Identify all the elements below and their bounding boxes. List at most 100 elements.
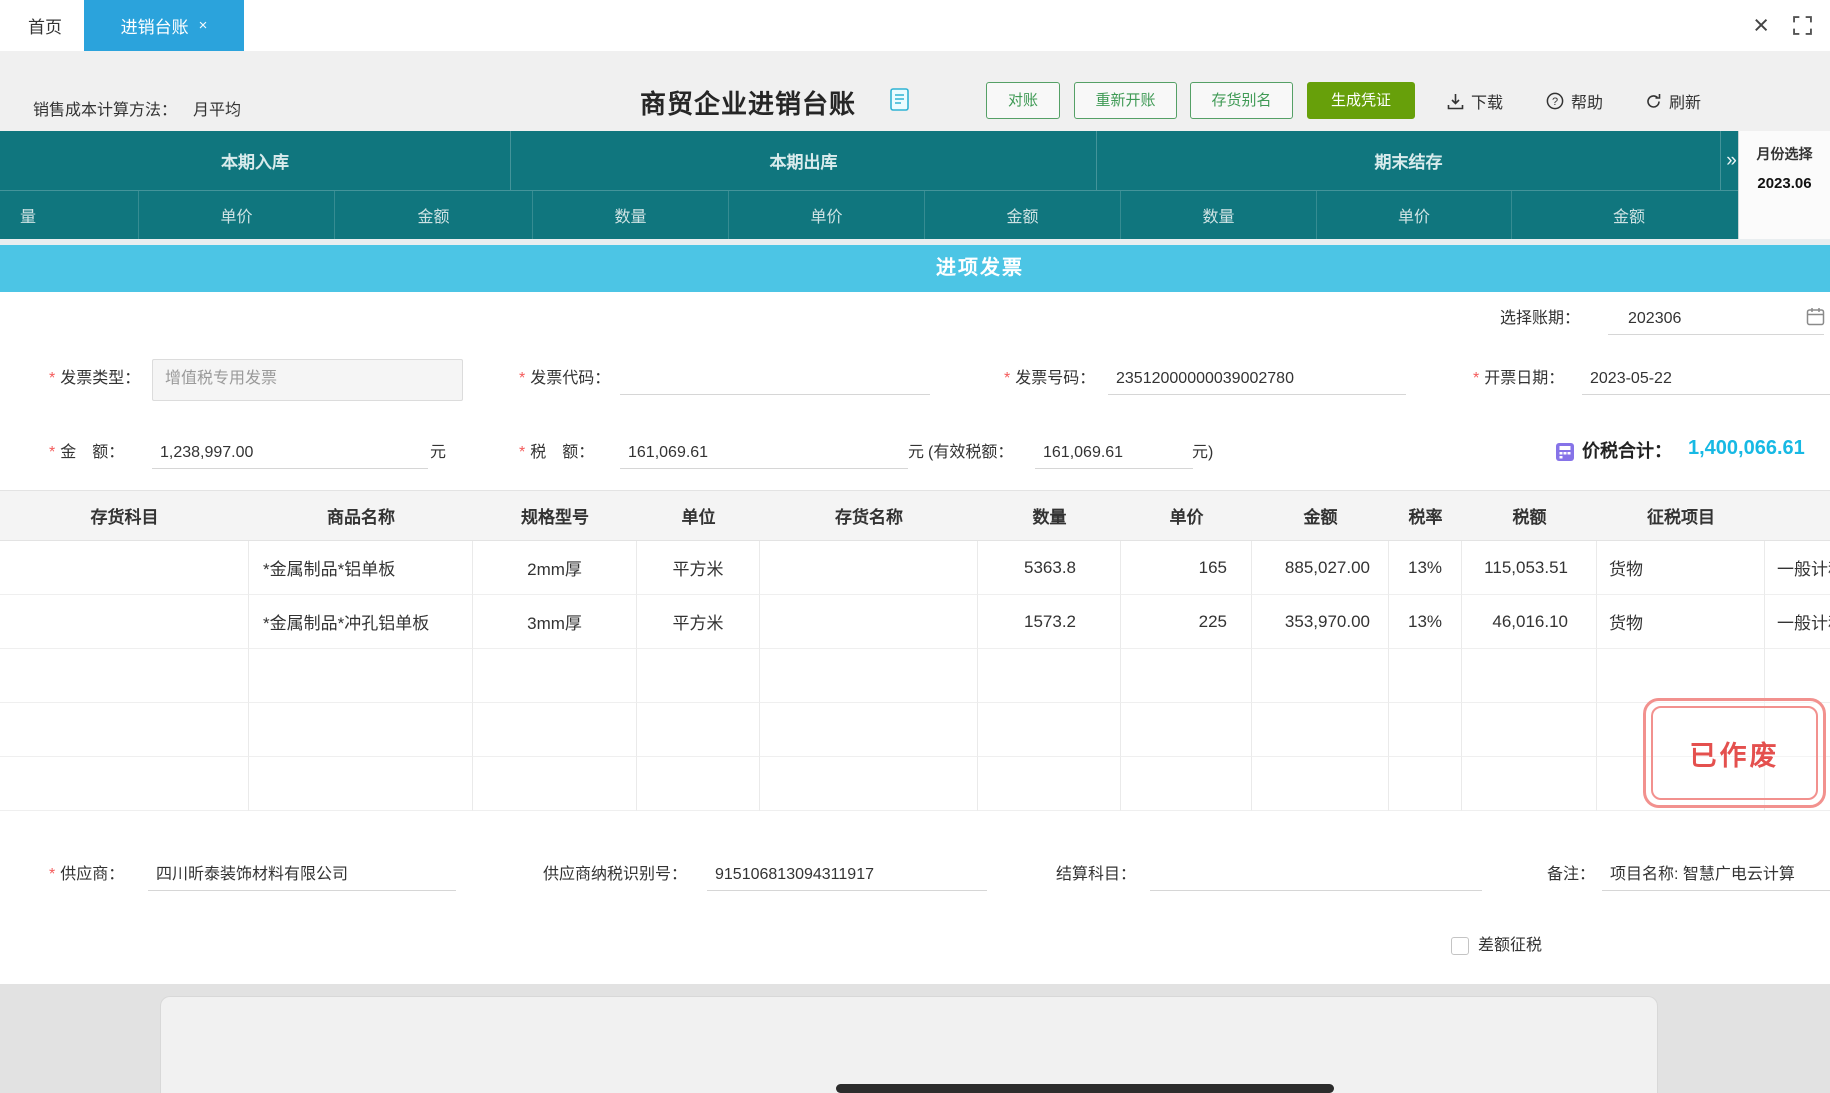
table-cell[interactable]: 一般计税 bbox=[1765, 595, 1830, 649]
supplier-input[interactable]: 四川昕泰装饰材料有限公司 bbox=[148, 860, 456, 891]
period-input[interactable]: 202306 bbox=[1608, 304, 1824, 335]
cost-method: 销售成本计算方法： 月平均 bbox=[33, 96, 241, 120]
diff-tax-checkbox[interactable] bbox=[1451, 937, 1469, 955]
calendar-icon[interactable] bbox=[1806, 307, 1825, 331]
refresh-button[interactable]: 刷新 bbox=[1645, 89, 1701, 113]
generate-voucher-button[interactable]: 生成凭证 bbox=[1307, 82, 1415, 119]
ledger-subheader-row: 量 单价 金额 数量 单价 金额 数量 单价 金额 bbox=[0, 191, 1830, 239]
table-cell[interactable] bbox=[0, 595, 249, 649]
svg-text:?: ? bbox=[1552, 96, 1558, 108]
invoice-empty-row bbox=[0, 757, 1830, 811]
table-cell[interactable]: 1573.2 bbox=[978, 595, 1121, 649]
table-cell[interactable]: 一般计税 bbox=[1765, 541, 1830, 595]
required-asterisk: * bbox=[519, 444, 526, 461]
reconcile-button[interactable]: 对账 bbox=[986, 82, 1060, 119]
table-cell bbox=[637, 649, 760, 703]
ledger-table-header: 本期入库 本期出库 期末结存 » 量 单价 金额 数量 单价 金额 数量 单价 … bbox=[0, 131, 1830, 239]
col-amount: 金额 bbox=[925, 191, 1121, 239]
column-header: 规格型号 bbox=[521, 508, 589, 527]
dialog-title: 进项发票 bbox=[936, 257, 1024, 279]
fullscreen-icon[interactable] bbox=[1793, 16, 1812, 35]
col-group-inbound: 本期入库 bbox=[0, 131, 511, 190]
table-cell[interactable] bbox=[0, 541, 249, 595]
invoice-type-input[interactable]: 增值税专用发票 bbox=[152, 359, 463, 401]
month-selector-panel: 月份选择 2023.06 bbox=[1738, 131, 1830, 239]
table-cell[interactable]: 货物 bbox=[1597, 595, 1765, 649]
stock-alias-button[interactable]: 存货别名 bbox=[1190, 82, 1293, 119]
invoice-code-input[interactable] bbox=[620, 364, 930, 395]
help-button[interactable]: ? 帮助 bbox=[1546, 89, 1603, 113]
table-cell[interactable]: 165 bbox=[1121, 541, 1252, 595]
table-cell[interactable]: 平方米 bbox=[637, 595, 760, 649]
period-label: 选择账期： bbox=[1500, 310, 1581, 327]
column-header: 数量 bbox=[1032, 508, 1067, 527]
month-selector-value[interactable]: 2023.06 bbox=[1739, 175, 1830, 192]
invoice-date-input[interactable]: 2023-05-22 bbox=[1582, 364, 1830, 395]
tax-label: * 税 额： bbox=[519, 438, 594, 468]
table-cell bbox=[249, 757, 473, 811]
table-cell bbox=[978, 703, 1121, 757]
table-cell[interactable]: *金属制品*冲孔铝单板 bbox=[249, 595, 473, 649]
col-unit-price: 单价 bbox=[1317, 191, 1512, 239]
table-cell[interactable]: 平方米 bbox=[637, 541, 760, 595]
table-cell[interactable] bbox=[760, 541, 978, 595]
invoice-date-label: * 开票日期： bbox=[1473, 364, 1564, 394]
supplier-tax-id-input[interactable]: 915106813094311917 bbox=[707, 860, 987, 891]
diff-tax-label: 差额征税 bbox=[1478, 937, 1543, 954]
ledger-group-row: 本期入库 本期出库 期末结存 » bbox=[0, 131, 1830, 191]
supplier-value: 四川昕泰装饰材料有限公司 bbox=[156, 866, 349, 883]
table-cell bbox=[1597, 649, 1765, 703]
table-cell bbox=[249, 703, 473, 757]
table-cell[interactable]: 225 bbox=[1121, 595, 1252, 649]
tax-input[interactable]: 161,069.61 bbox=[620, 438, 908, 469]
reopen-button[interactable]: 重新开账 bbox=[1074, 82, 1177, 119]
table-cell bbox=[1389, 649, 1462, 703]
table-cell[interactable]: 13% bbox=[1389, 595, 1462, 649]
download-button[interactable]: 下载 bbox=[1447, 89, 1503, 113]
table-cell[interactable]: 885,027.00 bbox=[1252, 541, 1389, 595]
effective-tax-input[interactable]: 161,069.61 bbox=[1035, 438, 1193, 469]
table-cell[interactable]: 货物 bbox=[1597, 541, 1765, 595]
column-header: 金额 bbox=[1303, 508, 1338, 527]
invoice-number-label-text: 发票号码： bbox=[1015, 370, 1096, 387]
table-cell[interactable]: 2mm厚 bbox=[473, 541, 637, 595]
invoice-date-label-text: 开票日期： bbox=[1484, 370, 1565, 387]
table-cell[interactable]: 5363.8 bbox=[978, 541, 1121, 595]
amount-input[interactable]: 1,238,997.00 bbox=[152, 438, 428, 469]
table-cell[interactable]: *金属制品*铝单板 bbox=[249, 541, 473, 595]
invoice-number-input[interactable]: 23512000000039002780 bbox=[1108, 364, 1406, 395]
table-cell[interactable]: 13% bbox=[1389, 541, 1462, 595]
tab-home[interactable]: 首页 bbox=[14, 0, 76, 51]
table-cell bbox=[1121, 649, 1252, 703]
document-icon[interactable] bbox=[890, 88, 909, 116]
close-icon[interactable]: × bbox=[1753, 12, 1769, 39]
table-cell[interactable]: 353,970.00 bbox=[1252, 595, 1389, 649]
required-asterisk: * bbox=[1004, 370, 1011, 387]
help-icon: ? bbox=[1546, 92, 1564, 110]
page-header: 销售成本计算方法： 月平均 商贸企业进销台账 对账 重新开账 存货别名 生成凭证… bbox=[0, 51, 1830, 131]
invoice-items-table: 存货科目 商品名称 规格型号 单位 存货名称 数量 单价 金额 税率 税额 征税… bbox=[0, 490, 1830, 811]
table-cell bbox=[637, 703, 760, 757]
download-icon bbox=[1447, 93, 1464, 110]
table-cell bbox=[1121, 757, 1252, 811]
cost-method-value[interactable]: 月平均 bbox=[193, 96, 241, 120]
table-cell[interactable]: 3mm厚 bbox=[473, 595, 637, 649]
table-cell bbox=[473, 649, 637, 703]
bottom-bar bbox=[836, 1084, 1334, 1093]
voided-stamp-text: 已作废 bbox=[1651, 706, 1818, 800]
settlement-account-input[interactable] bbox=[1150, 860, 1482, 891]
page-background bbox=[0, 984, 1830, 1093]
table-cell[interactable] bbox=[760, 595, 978, 649]
supplier-tax-id-value: 915106813094311917 bbox=[715, 866, 874, 883]
table-cell bbox=[0, 757, 249, 811]
remark-input[interactable]: 项目名称: 智慧广电云计算 bbox=[1602, 860, 1830, 891]
tab-ledger[interactable]: 进销台账 × bbox=[84, 0, 244, 51]
amount-unit: 元 bbox=[430, 444, 447, 461]
table-cell bbox=[760, 703, 978, 757]
required-asterisk: * bbox=[1473, 370, 1480, 387]
column-header: 征税项目 bbox=[1647, 508, 1715, 527]
table-cell bbox=[1389, 757, 1462, 811]
table-cell[interactable]: 46,016.10 bbox=[1462, 595, 1597, 649]
table-cell[interactable]: 115,053.51 bbox=[1462, 541, 1597, 595]
tab-close-icon[interactable]: × bbox=[199, 18, 208, 33]
